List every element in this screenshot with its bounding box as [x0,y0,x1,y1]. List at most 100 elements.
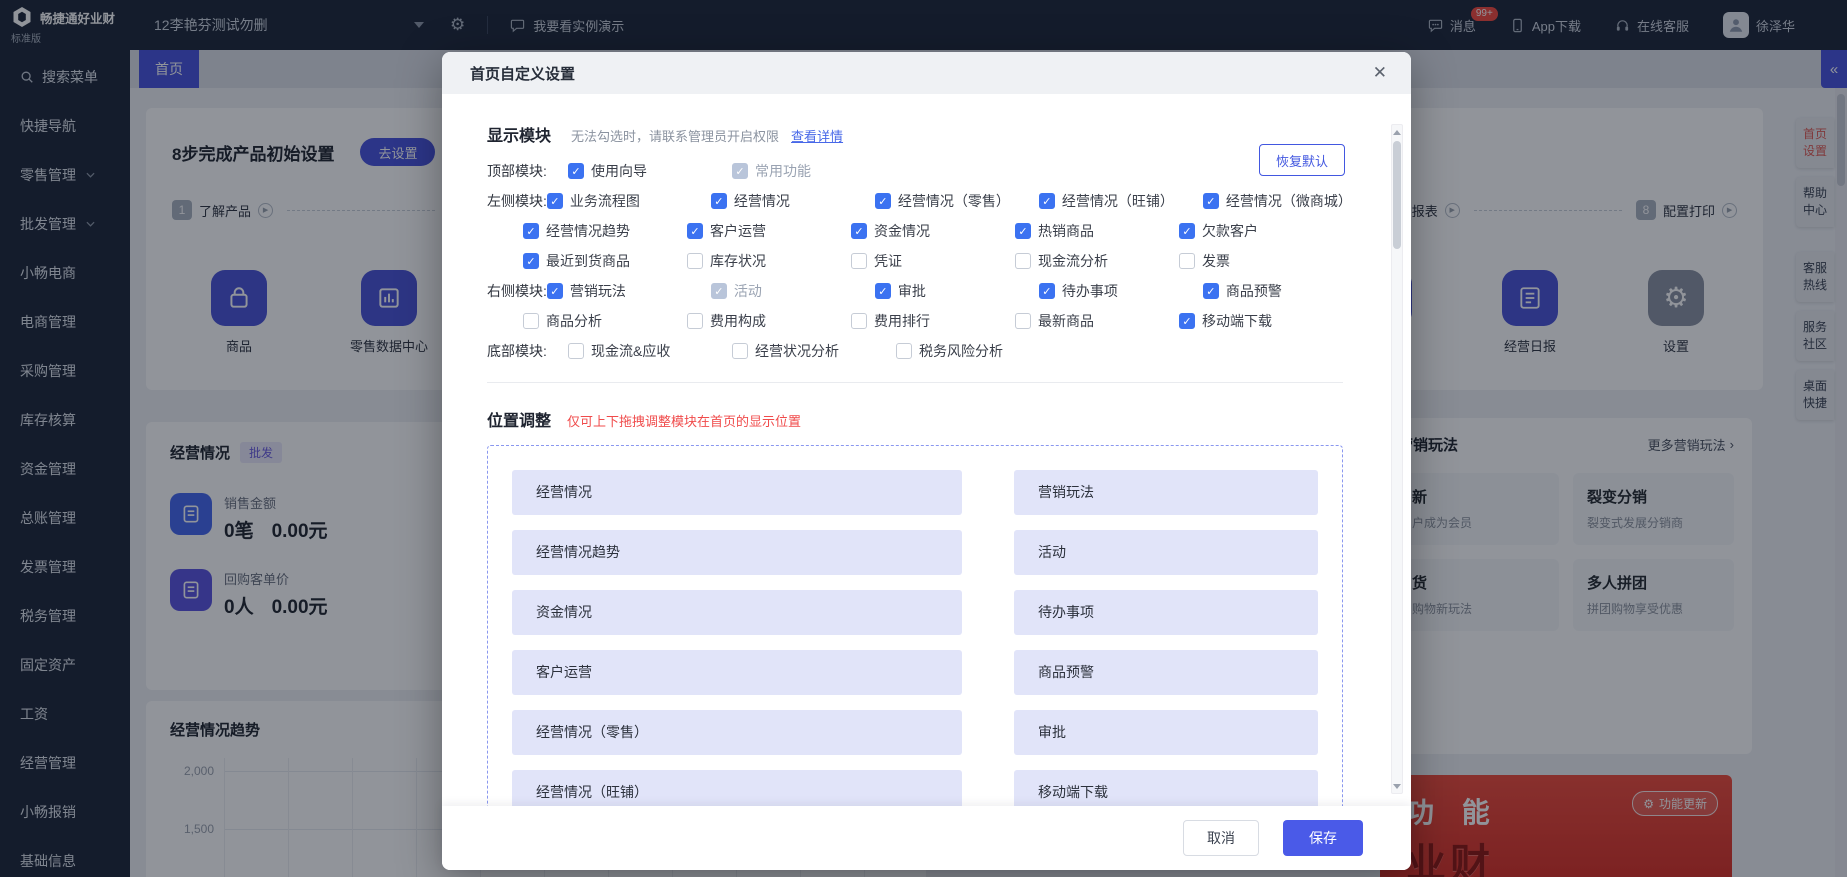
close-icon[interactable]: ✕ [1373,63,1387,83]
module-checkbox-最近到货商品[interactable]: ✓ 最近到货商品 [523,251,687,271]
checkbox-icon[interactable] [1015,253,1031,269]
checkbox-icon[interactable] [1015,313,1031,329]
modal-overlay: 首页自定义设置 ✕ 显示模块 无法勾选时，请联系管理员开启权限 查看详情 恢复默… [0,0,1847,877]
module-checkbox-经营情况（旺铺）[interactable]: ✓ 经营情况（旺铺） [1038,191,1203,211]
module-row: 底部模块: 现金流&应收 经营状况分析 税务风险分析 [487,336,1343,366]
checkbox-icon[interactable] [568,343,584,359]
save-button[interactable]: 保存 [1283,820,1363,856]
module-checkbox-费用排行[interactable]: 费用排行 [851,311,1015,331]
module-checkbox-税务风险分析[interactable]: 税务风险分析 [896,341,1060,361]
checkbox-icon[interactable]: ✓ [1179,313,1195,329]
module-checkbox-营销玩法[interactable]: ✓ 营销玩法 [546,281,711,301]
checkbox-icon[interactable]: ✓ [1038,193,1055,209]
scroll-up-arrow[interactable] [1392,126,1402,138]
checkbox-label: 业务流程图 [569,193,640,209]
checkbox-icon[interactable]: ✓ [732,163,748,179]
drag-item-商品预警[interactable]: 商品预警 [1014,650,1318,695]
module-checkbox-待办事项[interactable]: ✓ 待办事项 [1038,281,1203,301]
checkbox-icon[interactable]: ✓ [687,223,703,239]
module-checkbox-经营情况（微商城）[interactable]: ✓ 经营情况（微商城） [1202,191,1367,211]
checkbox-icon[interactable] [851,313,867,329]
checkbox-label: 移动端下载 [1202,313,1272,329]
module-checkbox-客户运营[interactable]: ✓ 客户运营 [687,221,851,241]
checkbox-label: 现金流分析 [1038,253,1108,269]
checkbox-label: 商品预警 [1225,283,1282,299]
checkbox-label: 商品分析 [546,313,602,329]
checkbox-icon[interactable]: ✓ [1202,283,1219,299]
drag-item-审批[interactable]: 审批 [1014,710,1318,755]
module-row: 顶部模块: ✓ 使用向导 ✓ 常用功能 [487,156,1343,186]
modal-scrollbar[interactable] [1391,124,1403,794]
checkbox-icon[interactable] [523,313,539,329]
checkbox-icon[interactable] [1179,253,1195,269]
module-checkbox-现金流分析[interactable]: 现金流分析 [1015,251,1179,271]
checkbox-icon[interactable] [687,313,703,329]
module-checkbox-资金情况[interactable]: ✓ 资金情况 [851,221,1015,241]
module-checkbox-审批[interactable]: ✓ 审批 [874,281,1039,301]
checkbox-label: 经营情况 [733,193,790,209]
checkbox-icon[interactable] [896,343,912,359]
checkbox-icon[interactable]: ✓ [1038,283,1055,299]
module-checkbox-经营状况分析[interactable]: 经营状况分析 [732,341,896,361]
module-checkbox-热销商品[interactable]: ✓ 热销商品 [1015,221,1179,241]
module-checkbox-欠款客户[interactable]: ✓ 欠款客户 [1179,221,1343,241]
checkbox-label: 最近到货商品 [546,253,630,269]
cancel-button[interactable]: 取消 [1183,820,1259,856]
module-checkbox-现金流&应收[interactable]: 现金流&应收 [568,341,732,361]
module-checkbox-移动端下载[interactable]: ✓ 移动端下载 [1179,311,1343,331]
drag-item-经营情况（零售）[interactable]: 经营情况（零售） [512,710,962,755]
checkbox-icon[interactable]: ✓ [874,193,891,209]
module-checkbox-使用向导[interactable]: ✓ 使用向导 [568,161,732,181]
checkbox-icon[interactable]: ✓ [568,163,584,179]
checkbox-icon[interactable]: ✓ [874,283,891,299]
module-checkbox-常用功能[interactable]: ✓ 常用功能 [732,161,896,181]
checkbox-icon[interactable]: ✓ [1015,223,1031,239]
module-checkbox-库存状况[interactable]: 库存状况 [687,251,851,271]
display-section-title: 显示模块 [487,128,552,145]
view-details-link[interactable]: 查看详情 [791,126,843,145]
module-checkbox-经营情况趋势[interactable]: ✓ 经营情况趋势 [523,221,687,241]
checkbox-icon[interactable]: ✓ [523,223,539,239]
drag-item-经营情况[interactable]: 经营情况 [512,470,962,515]
module-checkbox-最新商品[interactable]: 最新商品 [1015,311,1179,331]
checkbox-icon[interactable]: ✓ [851,223,867,239]
checkbox-icon[interactable]: ✓ [1179,223,1195,239]
checkbox-label: 客户运营 [710,223,766,239]
module-checkbox-业务流程图[interactable]: ✓ 业务流程图 [546,191,711,211]
scroll-down-arrow[interactable] [1392,780,1402,792]
reset-default-button[interactable]: 恢复默认 [1258,144,1345,176]
drag-item-待办事项[interactable]: 待办事项 [1014,590,1318,635]
checkbox-icon[interactable] [851,253,867,269]
checkbox-icon[interactable]: ✓ [546,193,563,209]
checkbox-icon[interactable] [687,253,703,269]
module-checkbox-经营情况（零售）[interactable]: ✓ 经营情况（零售） [874,191,1039,211]
module-checkbox-活动[interactable]: ✓ 活动 [710,281,875,301]
checkbox-label: 常用功能 [755,163,811,179]
module-checkbox-商品预警[interactable]: ✓ 商品预警 [1202,281,1367,301]
drag-item-经营情况趋势[interactable]: 经营情况趋势 [512,530,962,575]
checkbox-icon[interactable] [732,343,748,359]
checkbox-label: 现金流&应收 [591,343,671,359]
checkbox-icon[interactable]: ✓ [546,283,563,299]
checkbox-label: 活动 [733,283,762,299]
module-checkbox-凭证[interactable]: 凭证 [851,251,1015,271]
module-checkbox-商品分析[interactable]: 商品分析 [523,311,687,331]
checkbox-label: 税务风险分析 [919,343,1003,359]
display-section-hint: 无法勾选时，请联系管理员开启权限 [571,129,780,144]
drag-item-活动[interactable]: 活动 [1014,530,1318,575]
module-checkbox-经营情况[interactable]: ✓ 经营情况 [710,191,875,211]
checkbox-label: 经营情况（零售） [897,193,1010,209]
checkbox-label: 最新商品 [1038,313,1094,329]
checkbox-icon[interactable]: ✓ [710,193,727,209]
drag-item-资金情况[interactable]: 资金情况 [512,590,962,635]
checkbox-icon[interactable]: ✓ [710,283,727,299]
checkbox-icon[interactable]: ✓ [523,253,539,269]
modal-scrollbar-thumb[interactable] [1393,141,1401,249]
module-row: 右侧模块: ✓ 营销玩法 ✓ 活动 ✓ 审批 ✓ 待办事项 ✓ 商品预警 [487,276,1343,306]
module-checkbox-费用构成[interactable]: 费用构成 [687,311,851,331]
checkbox-icon[interactable]: ✓ [1202,193,1219,209]
module-checkbox-发票[interactable]: 发票 [1179,251,1343,271]
drag-item-客户运营[interactable]: 客户运营 [512,650,962,695]
drag-area: 经营情况 经营情况趋势 资金情况 客户运营 经营情况（零售） 经营情况（旺铺） 营销玩法活… [487,445,1343,825]
drag-item-营销玩法[interactable]: 营销玩法 [1014,470,1318,515]
